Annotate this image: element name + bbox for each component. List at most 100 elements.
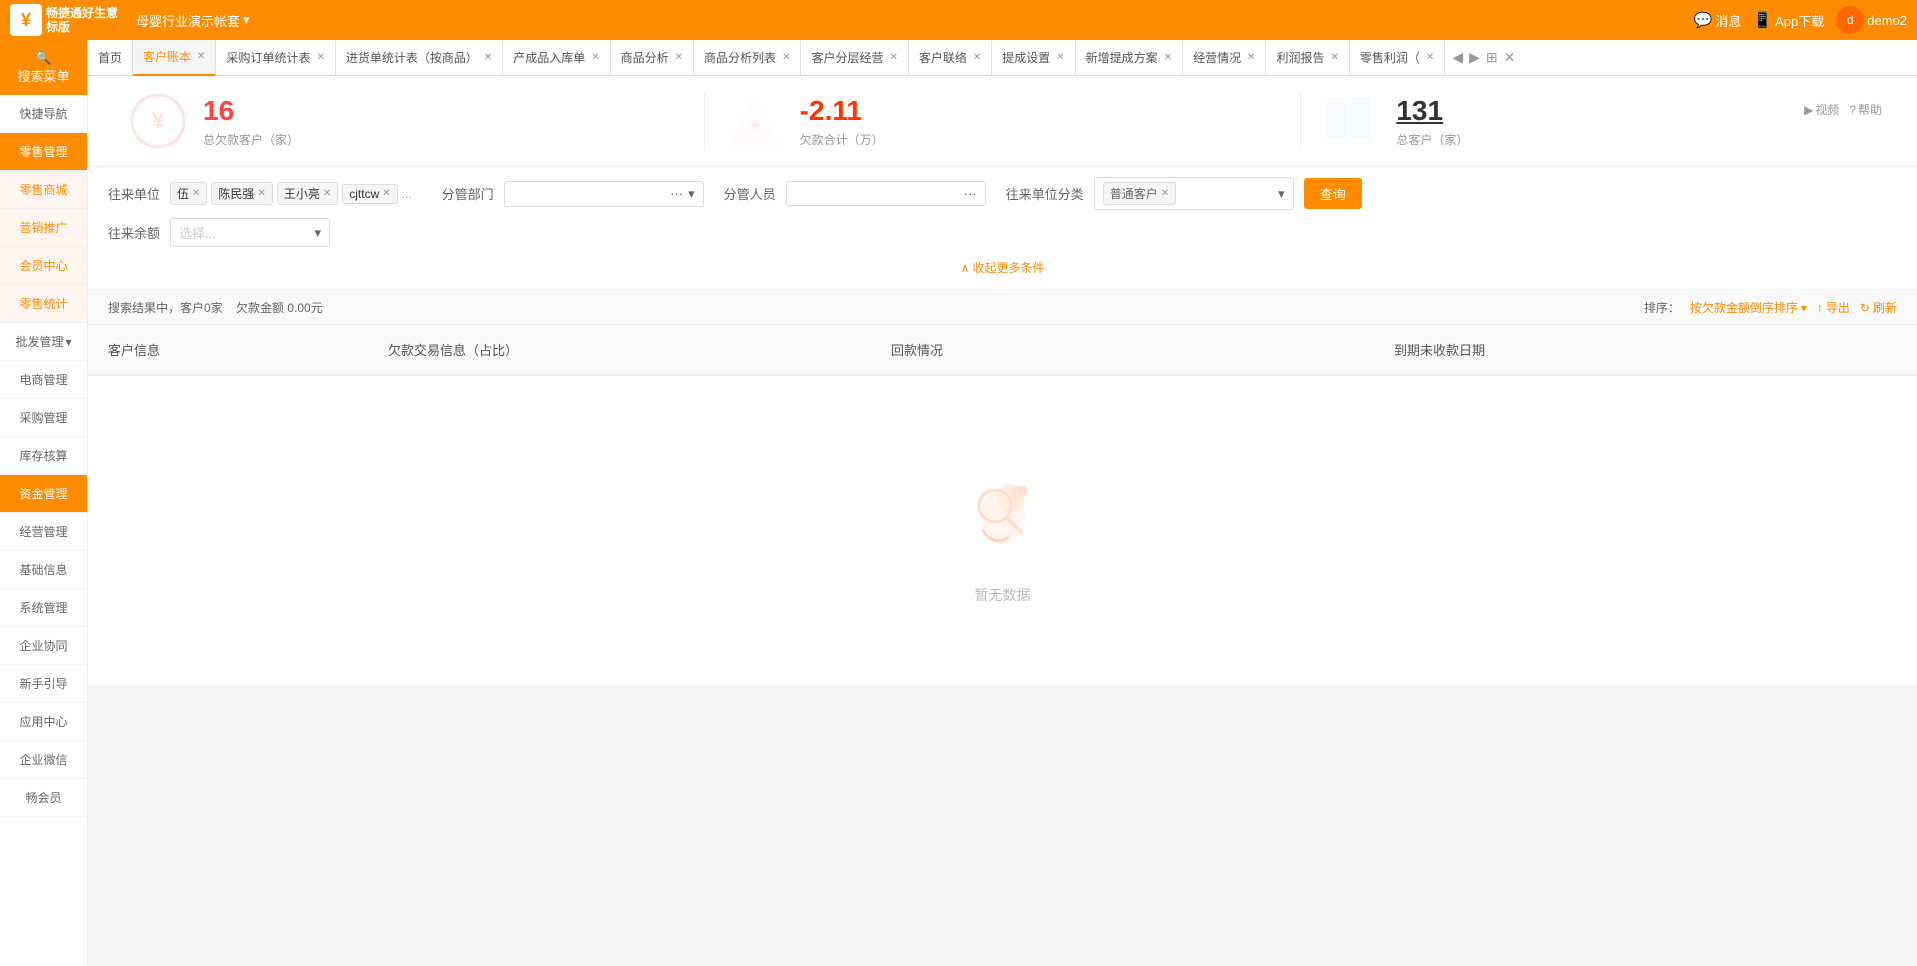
unit-tags-more[interactable]: ... <box>402 187 412 201</box>
logo-char: ¥ <box>21 10 31 31</box>
sidebar-item-retail-stats[interactable]: 零售统计 <box>0 285 87 323</box>
sidebar-item-retail-mgmt[interactable]: 零售管理 <box>0 133 87 171</box>
tab-next-btn[interactable]: ▶ <box>1466 49 1483 66</box>
unit-tag-close-0[interactable]: ✕ <box>192 188 200 199</box>
query-button[interactable]: 查询 <box>1304 178 1362 209</box>
top-nav: 母婴行业演示帐套 ▾ <box>118 11 1694 30</box>
empty-icon <box>953 456 1053 575</box>
sidebar-item-app-center[interactable]: 应用中心 <box>0 703 87 741</box>
unit-tag-3[interactable]: cjttcw ✕ <box>342 184 397 204</box>
tab-close-goods-analysis-list[interactable]: ✕ <box>782 52 790 63</box>
tab-product-in[interactable]: 产成品入库单 ✕ <box>503 40 610 76</box>
tab-nav-arrows: ◀ ▶ ⊞ ✕ <box>1445 49 1522 66</box>
sidebar-item-enterprise-coop[interactable]: 企业协同 <box>0 627 87 665</box>
tab-close-goods-analysis[interactable]: ✕ <box>675 52 683 63</box>
sidebar-item-capital-mgmt[interactable]: 资金管理 <box>0 475 87 513</box>
unit-tag-2[interactable]: 王小亮 ✕ <box>277 182 338 205</box>
sidebar-item-quick-nav[interactable]: 快捷导航 <box>0 95 87 133</box>
filter-row-1: 往来单位 伍 ✕ 陈民强 ✕ 王小亮 <box>108 177 1897 210</box>
tab-customer-account[interactable]: 客户账本 ✕ <box>133 40 216 76</box>
user-avatar[interactable]: d demo2 <box>1836 6 1907 34</box>
balance-select[interactable]: 选择... ▾ <box>170 218 330 247</box>
tab-close-promotion-settings[interactable]: ✕ <box>1056 52 1064 63</box>
tab-close-business-overview[interactable]: ✕ <box>1247 52 1255 63</box>
tab-close-customer-layer[interactable]: ✕ <box>889 52 897 63</box>
tab-expand-btn[interactable]: ⊞ <box>1483 49 1501 66</box>
stat-info-2: -2.11 欠款合计（万） <box>800 95 884 148</box>
unit-tag-0[interactable]: 伍 ✕ <box>170 182 207 205</box>
tab-close-customer-account[interactable]: ✕ <box>197 51 205 62</box>
refresh-btn[interactable]: ↻ 刷新 <box>1860 299 1897 316</box>
tab-goods-analysis[interactable]: 商品分析 ✕ <box>611 40 694 76</box>
tab-close-profit-report[interactable]: ✕ <box>1331 52 1339 63</box>
tab-business-overview[interactable]: 经营情况 ✕ <box>1183 40 1266 76</box>
tab-instock-stats[interactable]: 进货单统计表（按商品） ✕ <box>336 40 503 76</box>
unit-filter-tags: 伍 ✕ 陈民强 ✕ 王小亮 ✕ <box>170 182 412 205</box>
tab-prev-btn[interactable]: ◀ <box>1449 49 1466 66</box>
chevron-icon: ▾ <box>65 335 71 349</box>
tab-promotion-settings[interactable]: 提成设置 ✕ <box>992 40 1075 76</box>
sidebar-item-inventory-check[interactable]: 库存核算 <box>0 437 87 475</box>
sort-select[interactable]: 按欠款金额倒序排序 ▾ <box>1690 299 1807 316</box>
sidebar-item-ecommerce-mgmt[interactable]: 电商管理 <box>0 361 87 399</box>
tab-profit-report[interactable]: 利润报告 ✕ <box>1266 40 1349 76</box>
sidebar-item-vip-member[interactable]: 畅会员 <box>0 779 87 817</box>
tab-customer-contact[interactable]: 客户联络 ✕ <box>909 40 992 76</box>
video-help-btn[interactable]: ▶ 视频 <box>1804 101 1839 118</box>
person-select-dots: ··· <box>964 186 977 201</box>
tab-retail-profit[interactable]: 零售利润（ ✕ <box>1350 40 1445 76</box>
unit-tag-1[interactable]: 陈民强 ✕ <box>211 182 272 205</box>
sidebar-item-retail-mall[interactable]: 零售商城 <box>0 171 87 209</box>
tab-close-instock-stats[interactable]: ✕ <box>484 52 492 63</box>
stat-info-3: 131 总客户（家） <box>1396 95 1468 148</box>
unit-type-tag-close[interactable]: ✕ <box>1161 188 1169 199</box>
balance-select-arrow: ▾ <box>314 225 321 241</box>
unit-type-filter-label: 往来单位分类 <box>1006 184 1084 203</box>
help-icon: ? <box>1849 103 1856 117</box>
tab-close-product-in[interactable]: ✕ <box>591 52 599 63</box>
sidebar-item-system-mgmt[interactable]: 系统管理 <box>0 589 87 627</box>
unit-tag-close-3[interactable]: ✕ <box>382 188 390 199</box>
sidebar-item-member-center[interactable]: 会员中心 <box>0 247 87 285</box>
sidebar-item-enterprise-wechat[interactable]: 企业微信 <box>0 741 87 779</box>
tab-new-promotion[interactable]: 新增提成方案 ✕ <box>1076 40 1183 76</box>
empty-text: 暂无数据 <box>975 585 1031 605</box>
person-filter-label: 分管人员 <box>724 184 776 203</box>
tab-close-purchase-order-stats[interactable]: ✕ <box>316 52 324 63</box>
help-btn[interactable]: ? 帮助 <box>1849 101 1882 118</box>
sidebar-item-operation-mgmt[interactable]: 经营管理 <box>0 513 87 551</box>
tab-home[interactable]: 首页 <box>88 40 133 76</box>
export-btn[interactable]: ↑ 导出 <box>1817 299 1850 316</box>
account-selector[interactable]: 母婴行业演示帐套 ▾ <box>128 11 258 30</box>
sidebar-search[interactable]: 🔍 搜索菜单 <box>0 40 87 95</box>
stat-card-3: 131 总客户（家） ▶ 视频 ? 帮助 <box>1301 91 1897 151</box>
app-download-btn[interactable]: 📱 App下载 <box>1753 11 1824 30</box>
dept-select[interactable]: ··· ▾ <box>504 181 704 207</box>
tab-goods-analysis-list[interactable]: 商品分析列表 ✕ <box>694 40 801 76</box>
logo-text: 畅捷通好生意 标版 <box>46 6 118 35</box>
unit-tag-close-1[interactable]: ✕ <box>257 188 265 199</box>
sidebar-item-wholesale-mgmt[interactable]: 批发管理 ▾ <box>0 323 87 361</box>
sidebar-item-marketing[interactable]: 营销推广 <box>0 209 87 247</box>
results-summary: 搜索结果中，客户0家 欠款金额 0.00元 <box>108 299 323 316</box>
content-area: 首页 客户账本 ✕ 采购订单统计表 ✕ 进货单统计表（按商品） ✕ 产成品入库单… <box>88 40 1917 966</box>
tab-close-customer-contact[interactable]: ✕ <box>973 52 981 63</box>
sidebar-item-basic-info[interactable]: 基础信息 <box>0 551 87 589</box>
sidebar-item-purchase-mgmt[interactable]: 采购管理 <box>0 399 87 437</box>
message-btn[interactable]: 💬 消息 <box>1694 11 1742 30</box>
collapse-button[interactable]: ∧ 收起更多条件 <box>957 255 1049 280</box>
tab-customer-layer[interactable]: 客户分层经营 ✕ <box>801 40 908 76</box>
sidebar-item-new-guide[interactable]: 新手引导 <box>0 665 87 703</box>
unit-tag-close-2[interactable]: ✕ <box>323 188 331 199</box>
tab-purchase-order-stats[interactable]: 采购订单统计表 ✕ <box>216 40 335 76</box>
unit-type-tag[interactable]: 普通客户 ✕ <box>1103 182 1176 205</box>
stat-card-2: ✦ -2.11 欠款合计（万） <box>705 91 1302 151</box>
tab-close-retail-profit[interactable]: ✕ <box>1426 52 1434 63</box>
page-content: ¥ 16 总欠款客户（家） ✦ <box>88 76 1917 966</box>
stat-value-3: 131 <box>1396 95 1468 127</box>
person-select[interactable]: ··· <box>786 181 986 206</box>
results-bar: 搜索结果中，客户0家 欠款金额 0.00元 排序： 按欠款金额倒序排序 ▾ ↑ … <box>88 291 1917 325</box>
tab-close-new-promotion[interactable]: ✕ <box>1164 52 1172 63</box>
unit-type-select[interactable]: 普通客户 ✕ ▾ <box>1094 177 1294 210</box>
tab-close-all-btn[interactable]: ✕ <box>1501 49 1519 66</box>
